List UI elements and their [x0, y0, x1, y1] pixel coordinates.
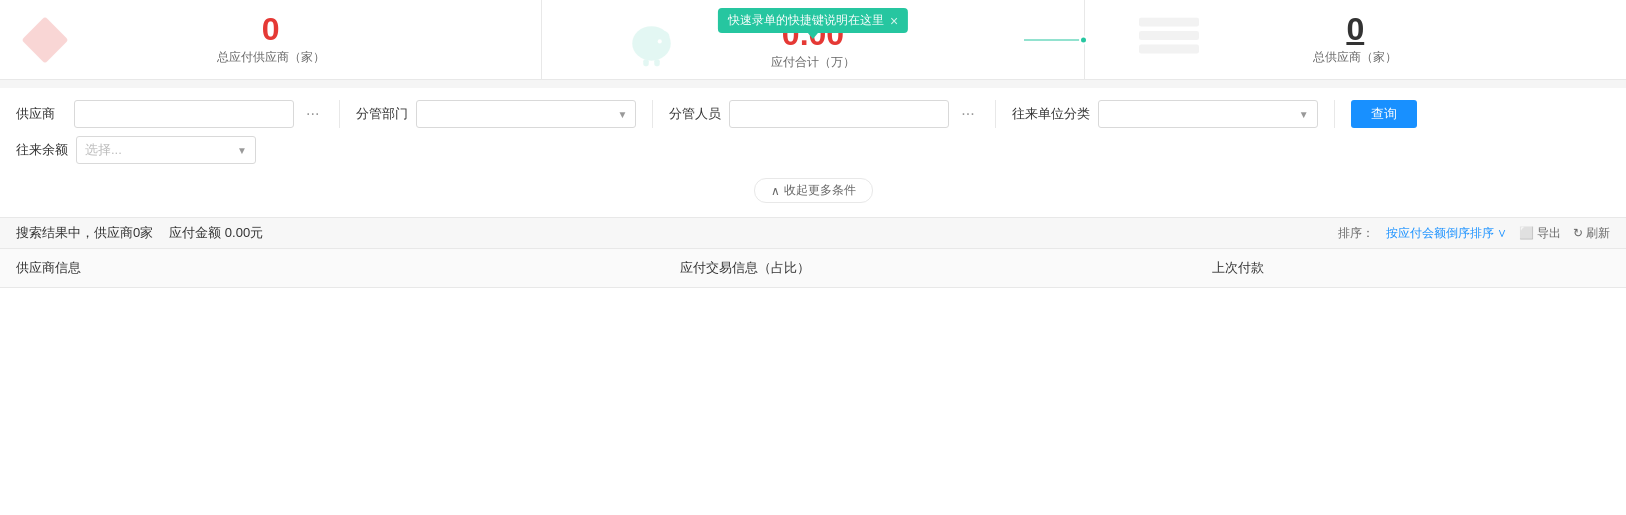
payable-suppliers-number: 0: [262, 13, 280, 45]
divider-1: [339, 100, 340, 128]
total-suppliers-number: 0: [1346, 13, 1364, 45]
filter-section: 供应商 ··· 分管部门 ▼ 分管人员 ··· 往来单位分类 ▼ 查询 往来余额…: [0, 88, 1626, 218]
shortcut-tooltip: 快速录单的快捷键说明在这里 ×: [718, 8, 908, 33]
amount-text: 应付金额 0.00元: [169, 224, 263, 242]
piggybank-icon: [624, 12, 679, 67]
table-section: 供应商信息 应付交易信息（占比） 上次付款: [0, 249, 1626, 515]
results-bar: 搜索结果中，供应商0家 应付金额 0.00元 排序： 按应付会额倒序排序 ∨ ⬜…: [0, 218, 1626, 249]
list-icon: [1139, 17, 1199, 62]
balance-filter-label: 往来余额: [16, 141, 68, 159]
svg-point-6: [657, 39, 661, 43]
unit-filter-label: 往来单位分类: [1012, 105, 1090, 123]
query-button[interactable]: 查询: [1351, 100, 1417, 128]
diamond-icon: [20, 15, 70, 65]
unit-filter-select[interactable]: ▼: [1098, 100, 1318, 128]
unit-arrow-icon: ▼: [1299, 109, 1309, 120]
person-filter-label: 分管人员: [669, 105, 721, 123]
refresh-button[interactable]: ↻ 刷新: [1573, 225, 1610, 242]
collapse-button[interactable]: ∧ 收起更多条件: [754, 178, 873, 203]
tooltip-close-btn[interactable]: ×: [890, 13, 898, 29]
stat-payable-suppliers: 0 总应付供应商（家）: [0, 0, 542, 79]
export-button[interactable]: ⬜ 导出: [1519, 225, 1561, 242]
collapse-bar: ∧ 收起更多条件: [16, 172, 1610, 209]
tooltip-text: 快速录单的快捷键说明在这里: [728, 12, 884, 29]
dept-filter-label: 分管部门: [356, 105, 408, 123]
supplier-filter-input[interactable]: [74, 100, 294, 128]
stat-total-suppliers: 0 总供应商（家）: [1085, 0, 1626, 79]
collapse-arrow-icon: ∧: [771, 184, 780, 198]
divider-4: [1334, 100, 1335, 128]
payable-total-label: 应付合计（万）: [771, 54, 855, 71]
table-header: 供应商信息 应付交易信息（占比） 上次付款: [0, 249, 1626, 288]
supplier-filter-label: 供应商: [16, 105, 66, 123]
dept-filter-select[interactable]: ▼: [416, 100, 636, 128]
collapse-label: 收起更多条件: [784, 182, 856, 199]
svg-rect-4: [643, 59, 649, 66]
export-label: 导出: [1537, 225, 1561, 242]
stats-bar: 0 总应付供应商（家） 快速录单的快捷键说明在这里 × 0.00 应付合计（万）: [0, 0, 1626, 80]
col-header-transaction: 应付交易信息（占比）: [680, 259, 1211, 277]
balance-arrow-icon: ▼: [237, 145, 247, 156]
refresh-icon: ↻: [1573, 226, 1583, 240]
supplier-filter-dots[interactable]: ···: [302, 105, 323, 123]
divider-2: [652, 100, 653, 128]
sort-select[interactable]: 按应付会额倒序排序 ∨: [1386, 225, 1507, 242]
sort-arrow-icon: ∨: [1497, 226, 1507, 240]
balance-filter-select[interactable]: 选择... ▼: [76, 136, 256, 164]
search-result-text: 搜索结果中，供应商0家: [16, 224, 153, 242]
person-filter-dots[interactable]: ···: [957, 105, 978, 123]
tooltip-connector-line: [1024, 39, 1084, 40]
balance-placeholder: 选择...: [85, 141, 122, 159]
results-actions: 排序： 按应付会额倒序排序 ∨ ⬜ 导出 ↻ 刷新: [1338, 225, 1610, 242]
export-icon: ⬜: [1519, 226, 1534, 240]
filter-row-2: 往来余额 选择... ▼: [16, 136, 1610, 164]
person-filter-input[interactable]: [729, 100, 949, 128]
total-suppliers-label: 总供应商（家）: [1313, 49, 1397, 66]
stat-payable-total: 快速录单的快捷键说明在这里 × 0.00 应付合计（万）: [542, 0, 1084, 79]
col-header-lastpay: 上次付款: [1212, 259, 1611, 277]
svg-rect-9: [1139, 44, 1199, 53]
filter-row-1: 供应商 ··· 分管部门 ▼ 分管人员 ··· 往来单位分类 ▼ 查询: [16, 100, 1610, 128]
svg-rect-7: [1139, 17, 1199, 26]
dept-arrow-icon: ▼: [617, 109, 627, 120]
col-header-supplier: 供应商信息: [16, 259, 680, 277]
refresh-label: 刷新: [1586, 225, 1610, 242]
sort-label: 排序：: [1338, 225, 1374, 242]
payable-suppliers-label: 总应付供应商（家）: [217, 49, 325, 66]
table-body: [0, 288, 1626, 515]
sort-value-text: 按应付会额倒序排序: [1386, 226, 1494, 240]
divider-3: [995, 100, 996, 128]
svg-rect-5: [654, 59, 660, 66]
results-summary: 搜索结果中，供应商0家 应付金额 0.00元: [16, 224, 263, 242]
svg-rect-8: [1139, 31, 1199, 40]
